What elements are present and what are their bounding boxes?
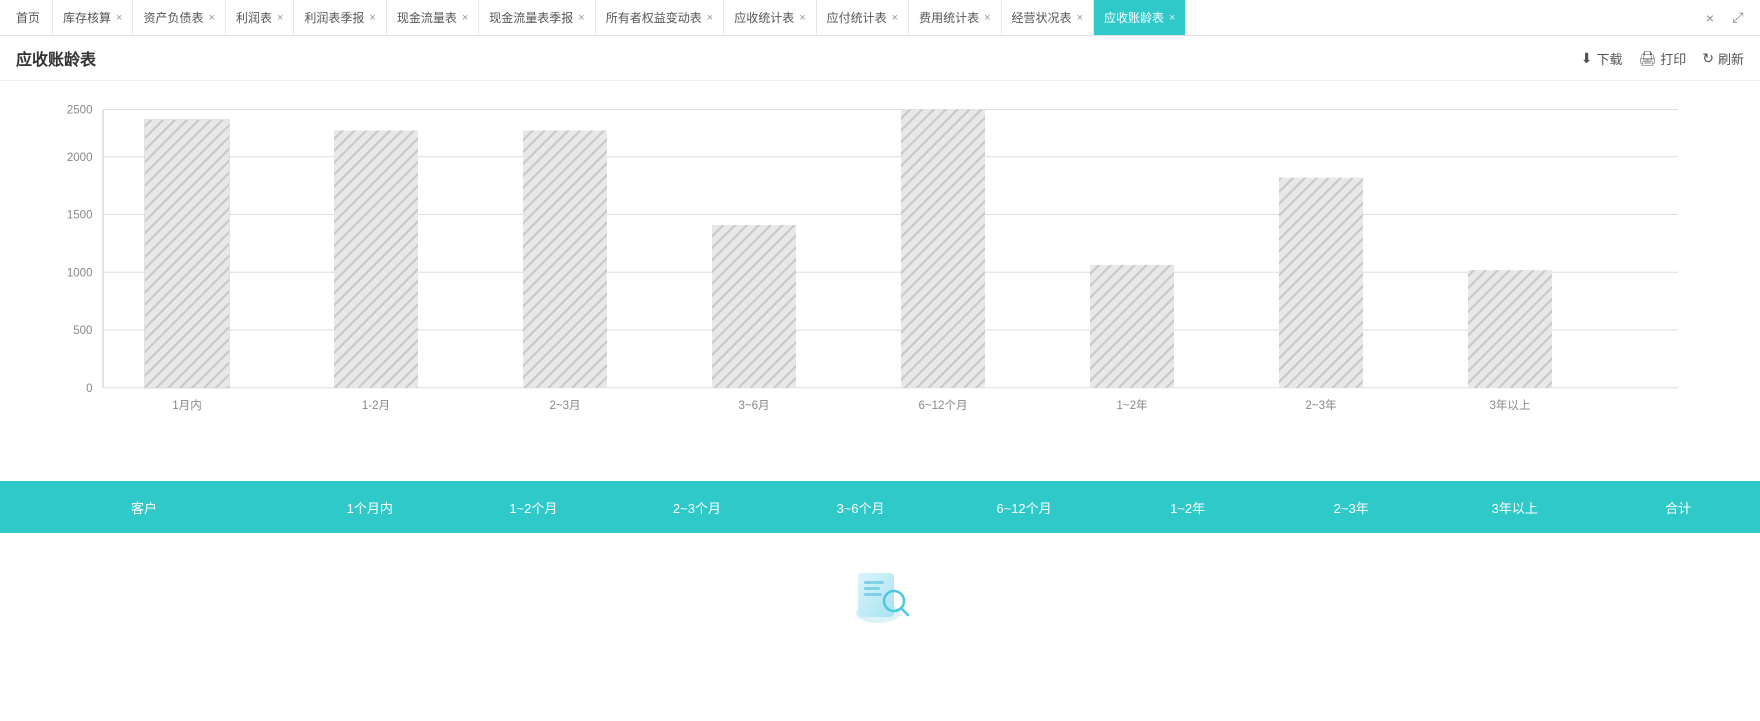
refresh-button[interactable]: ↻ 刷新 — [1702, 49, 1744, 68]
tab-close-profit[interactable]: × — [277, 12, 283, 24]
table-header: 客户 1个月内 1~2个月 2~3个月 3~6个月 6~12个月 1~2年 2~… — [0, 481, 1760, 533]
download-icon: ⬇ — [1581, 50, 1593, 67]
tab-close-cashflow[interactable]: × — [462, 12, 468, 24]
col-2-3m: 2~3个月 — [615, 498, 779, 517]
tab-cashflow-quarterly[interactable]: 现金流量表季报 × — [479, 0, 595, 36]
svg-text:2~3年: 2~3年 — [1305, 398, 1336, 412]
col-total: 合计 — [1597, 498, 1760, 517]
col-over-3y: 3年以上 — [1433, 498, 1597, 517]
tab-close-cashflow-quarterly[interactable]: × — [578, 12, 584, 24]
col-within-1m: 1个月内 — [288, 498, 452, 517]
tab-close-ar-aging[interactable]: × — [1169, 12, 1175, 24]
window-controls: × ⤢ — [1700, 8, 1756, 28]
print-icon: 🖨 — [1638, 50, 1656, 67]
table-body — [0, 533, 1760, 653]
tab-close-inventory[interactable]: × — [116, 12, 122, 24]
col-1-2y: 1~2年 — [1106, 498, 1270, 517]
tab-cashflow[interactable]: 现金流量表 × — [387, 0, 479, 36]
col-customer: 客户 — [0, 498, 288, 517]
tab-expense-stats[interactable]: 费用统计表 × — [909, 0, 1001, 36]
tab-profit-quarterly[interactable]: 利润表季报 × — [294, 0, 386, 36]
print-button[interactable]: 🖨 打印 — [1638, 49, 1686, 68]
col-6-12m: 6~12个月 — [942, 498, 1106, 517]
refresh-icon: ↻ — [1702, 50, 1714, 67]
tab-ar-stats[interactable]: 应收统计表 × — [724, 0, 816, 36]
svg-text:6~12个月: 6~12个月 — [918, 399, 967, 412]
header-actions: ⬇ 下载 🖨 打印 ↻ 刷新 — [1581, 49, 1744, 68]
tab-ar-aging[interactable]: 应收账龄表 × — [1094, 0, 1185, 36]
svg-text:1月内: 1月内 — [172, 398, 201, 412]
tab-profit[interactable]: 利润表 × — [226, 0, 294, 36]
main-content: 0 500 1000 1500 2000 2500 — [0, 81, 1760, 721]
close-window-button[interactable]: × — [1700, 8, 1720, 28]
download-button[interactable]: ⬇ 下载 — [1581, 49, 1623, 68]
tab-close-balance-sheet[interactable]: × — [208, 12, 214, 24]
tab-close-ar-stats[interactable]: × — [799, 12, 805, 24]
svg-text:1~2年: 1~2年 — [1116, 398, 1147, 412]
svg-text:2~3月: 2~3月 — [549, 400, 580, 412]
svg-text:0: 0 — [86, 383, 92, 395]
tab-close-operations[interactable]: × — [1077, 12, 1083, 24]
col-1-2m: 1~2个月 — [452, 498, 616, 517]
chart-area: 0 500 1000 1500 2000 2500 — [0, 81, 1760, 481]
tab-ap-stats[interactable]: 应付统计表 × — [817, 0, 909, 36]
page-header: 应收账龄表 ⬇ 下载 🖨 打印 ↻ 刷新 — [0, 36, 1760, 81]
tab-home[interactable]: 首页 — [4, 0, 53, 36]
svg-text:2500: 2500 — [67, 105, 93, 117]
svg-text:1-2月: 1-2月 — [362, 400, 390, 412]
col-3-6m: 3~6个月 — [779, 498, 943, 517]
maximize-window-button[interactable]: ⤢ — [1728, 8, 1748, 28]
page-title: 应收账龄表 — [16, 46, 96, 70]
svg-text:3~6月: 3~6月 — [738, 400, 769, 412]
empty-state-icon — [840, 553, 920, 633]
tab-close-equity-changes[interactable]: × — [707, 12, 713, 24]
svg-text:3年以上: 3年以上 — [1489, 398, 1530, 412]
tab-bar: 首页 库存核算 × 资产负债表 × 利润表 × 利润表季报 × 现金流量表 × … — [0, 0, 1760, 36]
tab-balance-sheet[interactable]: 资产负债表 × — [133, 0, 225, 36]
tab-equity-changes[interactable]: 所有者权益变动表 × — [596, 0, 724, 36]
tab-close-expense-stats[interactable]: × — [984, 12, 990, 24]
tab-operations[interactable]: 经营状况表 × — [1002, 0, 1094, 36]
tab-close-profit-quarterly[interactable]: × — [369, 12, 375, 24]
svg-text:500: 500 — [73, 325, 92, 337]
bar-chart: 0 500 1000 1500 2000 2500 — [40, 97, 1720, 437]
tab-inventory[interactable]: 库存核算 × — [53, 0, 133, 36]
col-2-3y: 2~3年 — [1269, 498, 1433, 517]
svg-text:1500: 1500 — [67, 210, 93, 222]
tab-close-ap-stats[interactable]: × — [892, 12, 898, 24]
svg-text:2000: 2000 — [67, 152, 93, 164]
svg-text:1000: 1000 — [67, 267, 93, 279]
